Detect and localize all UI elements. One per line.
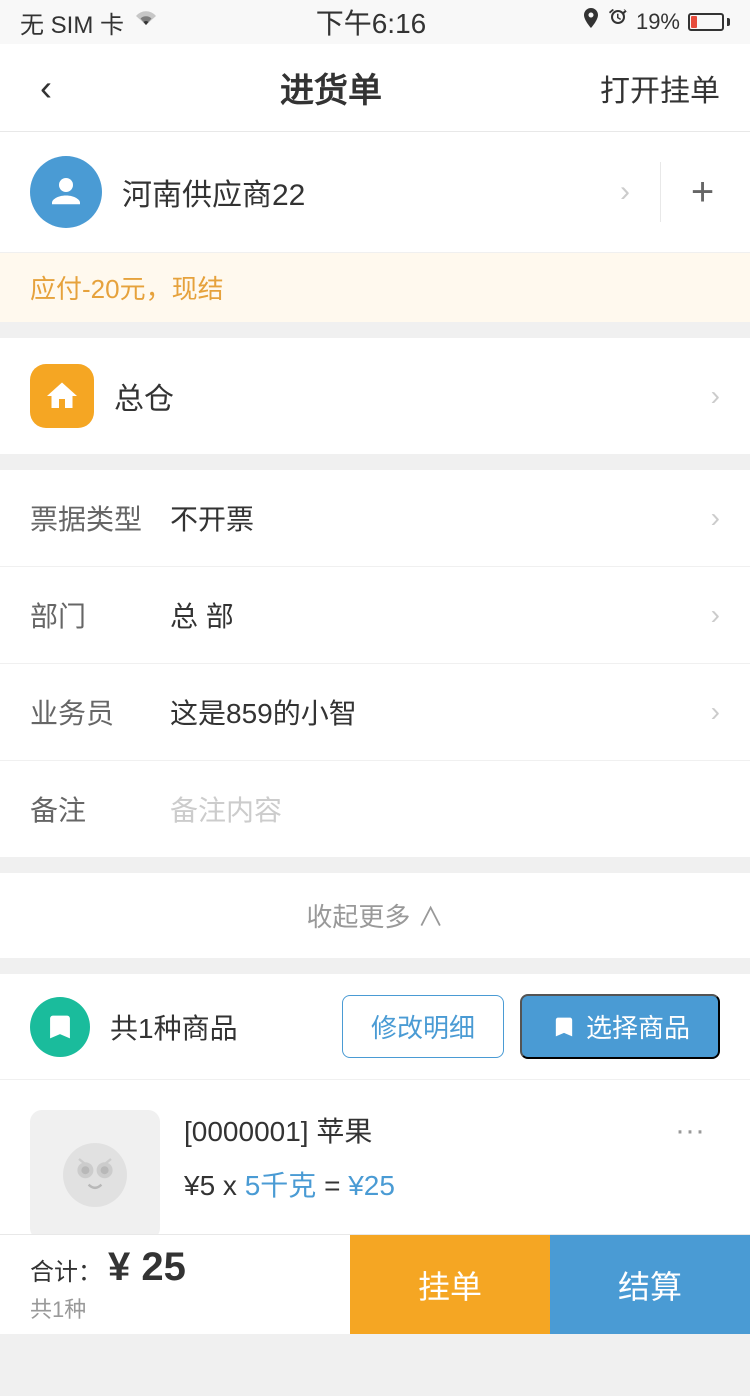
status-carrier-wifi: 无 SIM 卡 [20, 5, 160, 40]
supplier-row[interactable]: 河南供应商22 › + [0, 132, 750, 253]
form-section: 票据类型 不开票 › 部门 总 部 › 业务员 这是859的小智 › 备注 备注… [0, 470, 750, 857]
remark-row[interactable]: 备注 备注内容 [0, 761, 750, 857]
department-chevron: › [711, 599, 720, 631]
total-label: 合计： [30, 1252, 102, 1287]
supplier-section: 河南供应商22 › + 应付-20元，现结 [0, 132, 750, 322]
invoice-type-row[interactable]: 票据类型 不开票 › [0, 470, 750, 567]
open-hang-button[interactable]: 打开挂单 [600, 66, 720, 110]
status-indicators: 19% [582, 8, 730, 36]
department-value: 总 部 [170, 595, 711, 635]
product-more-button[interactable]: ··· [660, 1110, 720, 1148]
nav-bar: ‹ 进货单 打开挂单 [0, 44, 750, 132]
product-info: [0000001] 苹果 ¥5 x 5千克 = ¥25 [184, 1110, 660, 1204]
salesperson-value: 这是859的小智 [170, 692, 711, 732]
supplier-avatar [30, 156, 102, 228]
warehouse-name: 总仓 [114, 374, 711, 418]
total-sub: 共1种 [30, 1292, 320, 1324]
add-button[interactable]: + [660, 162, 720, 222]
supplier-chevron-icon: › [620, 175, 630, 209]
page-title: 进货单 [280, 63, 382, 112]
price-total: ¥25 [348, 1170, 395, 1201]
salesperson-row[interactable]: 业务员 这是859的小智 › [0, 664, 750, 761]
location-icon [582, 8, 600, 36]
department-label: 部门 [30, 595, 170, 635]
notice-banner: 应付-20元，现结 [0, 253, 750, 322]
product-code: [0000001] [184, 1116, 316, 1147]
products-header: 共1种商品 修改明细 选择商品 [0, 974, 750, 1080]
select-product-button[interactable]: 选择商品 [520, 994, 720, 1059]
products-count: 共1种商品 [110, 1007, 342, 1047]
status-bar: 无 SIM 卡 下午6:16 19% [0, 0, 750, 44]
select-product-label: 选择商品 [586, 1008, 690, 1045]
total-row: 合计： ¥ 25 [30, 1245, 320, 1290]
warehouse-icon [30, 364, 94, 428]
invoice-type-label: 票据类型 [30, 498, 170, 538]
price-unit: ¥5 x [184, 1170, 245, 1201]
remark-label: 备注 [30, 789, 170, 829]
back-button[interactable]: ‹ [30, 57, 62, 119]
product-price: ¥5 x 5千克 = ¥25 [184, 1164, 660, 1204]
product-thumbnail [30, 1110, 160, 1240]
product-title: 苹果 [316, 1116, 372, 1147]
product-name: [0000001] 苹果 [184, 1110, 660, 1150]
salesperson-label: 业务员 [30, 692, 170, 732]
products-icon [30, 997, 90, 1057]
supplier-name: 河南供应商22 [122, 170, 620, 214]
invoice-type-value: 不开票 [170, 498, 711, 538]
wifi-icon [132, 8, 160, 36]
battery-icon [688, 13, 730, 31]
remark-placeholder: 备注内容 [170, 789, 720, 829]
salesperson-chevron: › [711, 696, 720, 728]
carrier-label: 无 SIM 卡 [20, 5, 124, 40]
price-equals: = [324, 1170, 348, 1201]
products-section: 共1种商品 修改明细 选择商品 [0, 974, 750, 1270]
hang-button[interactable]: 挂单 [350, 1235, 550, 1334]
alarm-icon [608, 8, 628, 36]
warehouse-chevron-icon: › [711, 380, 720, 412]
status-time: 下午6:16 [316, 2, 427, 42]
invoice-type-chevron: › [711, 502, 720, 534]
battery-percent: 19% [636, 9, 680, 35]
modify-detail-button[interactable]: 修改明细 [342, 995, 504, 1058]
quantity: 5千克 [245, 1170, 317, 1201]
total-amount: ¥ 25 [108, 1245, 186, 1290]
collapse-label: 收起更多 ∧ [306, 902, 443, 932]
checkout-button[interactable]: 结算 [550, 1235, 750, 1334]
warehouse-row[interactable]: 总仓 › [0, 338, 750, 454]
total-section: 合计： ¥ 25 共1种 [0, 1235, 350, 1334]
collapse-bar[interactable]: 收起更多 ∧ [0, 873, 750, 958]
department-row[interactable]: 部门 总 部 › [0, 567, 750, 664]
bottom-bar: 合计： ¥ 25 共1种 挂单 结算 [0, 1234, 750, 1334]
